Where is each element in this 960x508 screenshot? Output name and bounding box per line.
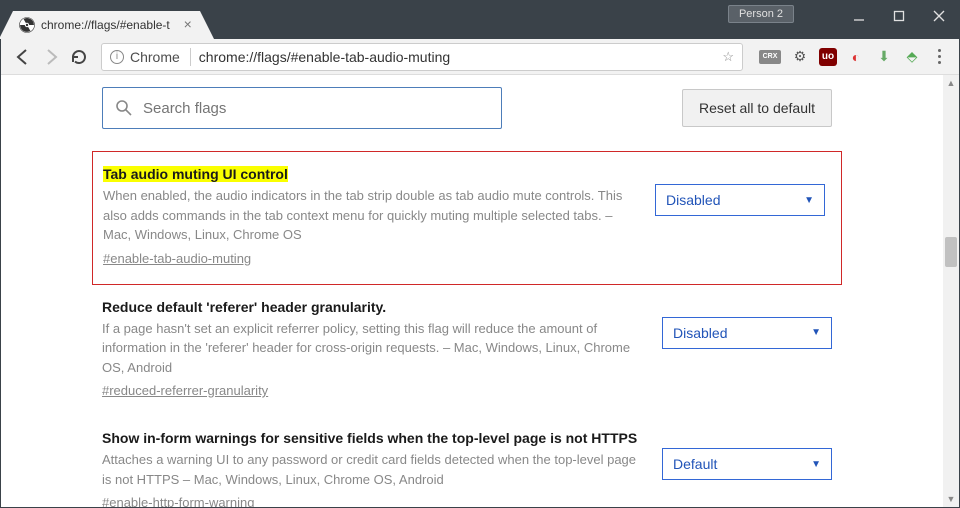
maximize-button[interactable] [879,1,919,31]
ublock-extension-icon[interactable]: uo [819,48,837,66]
flag-description: If a page hasn't set an explicit referre… [102,319,642,378]
bookmark-star-icon[interactable]: ☆ [722,49,734,65]
chevron-down-icon: ▼ [811,327,821,338]
flags-page: Reset all to default Tab audio muting UI… [1,75,943,507]
window-titlebar: chrome://flags/#enable-t × Person 2 [1,1,959,39]
radiation-icon [19,17,35,33]
flag-state-value: Disabled [666,192,720,208]
window-controls [839,1,959,33]
tab-title: chrome://flags/#enable-t [41,18,170,32]
flag-title: Show in-form warnings for sensitive fiel… [102,430,637,446]
reset-all-button[interactable]: Reset all to default [682,89,832,127]
chrome-menu-button[interactable] [927,49,951,64]
flag-state-select[interactable]: Default ▼ [662,448,832,480]
site-info-icon[interactable]: i [110,50,124,64]
flag-state-value: Default [673,456,717,472]
extension-icons: CRX ⚙ uo ◐ ⬇ ⬘ [759,48,921,66]
flag-state-select[interactable]: Disabled ▼ [662,317,832,349]
minimize-button[interactable] [839,1,879,31]
close-button[interactable] [919,1,959,31]
scroll-up-button[interactable]: ▲ [943,75,959,91]
omnibox-divider [190,48,191,66]
scroll-down-button[interactable]: ▼ [943,491,959,507]
flag-state-select[interactable]: Disabled ▼ [655,184,825,216]
flag-title: Reduce default 'referer' header granular… [102,299,386,315]
tag-extension-icon[interactable]: ⬘ [903,48,921,66]
reload-button[interactable] [65,43,93,71]
scroll-thumb[interactable] [945,237,957,267]
crx-extension-icon[interactable]: CRX [759,50,781,64]
flag-item: Reduce default 'referer' header granular… [102,285,832,417]
search-icon [115,99,133,117]
flag-item: Tab audio muting UI control When enabled… [92,151,842,285]
download-extension-icon[interactable]: ⬇ [875,48,893,66]
flag-item: Show in-form warnings for sensitive fiel… [102,416,832,507]
browser-toolbar: i Chrome chrome://flags/#enable-tab-audi… [1,39,959,75]
page-content: Reset all to default Tab audio muting UI… [1,75,959,507]
flag-state-value: Disabled [673,325,727,341]
flag-anchor-link[interactable]: #enable-tab-audio-muting [103,251,251,266]
chevron-down-icon: ▼ [804,195,814,206]
red-extension-icon[interactable]: ◐ [847,48,865,66]
browser-tab[interactable]: chrome://flags/#enable-t × [13,11,200,39]
flag-title: Tab audio muting UI control [103,166,288,182]
tab-close-icon[interactable]: × [184,17,192,31]
address-bar[interactable]: i Chrome chrome://flags/#enable-tab-audi… [101,43,743,71]
back-button[interactable] [9,43,37,71]
flag-anchor-link[interactable]: #enable-http-form-warning [102,495,254,507]
flag-description: When enabled, the audio indicators in th… [103,186,635,245]
search-flags-box[interactable] [102,87,502,129]
flag-description: Attaches a warning UI to any password or… [102,450,642,489]
url-scheme-label: Chrome [130,49,180,65]
vertical-scrollbar[interactable]: ▲ ▼ [943,75,959,507]
gear-extension-icon[interactable]: ⚙ [791,48,809,66]
forward-button[interactable] [37,43,65,71]
profile-badge[interactable]: Person 2 [728,5,794,23]
search-input[interactable] [143,100,489,117]
chevron-down-icon: ▼ [811,459,821,470]
url-text: chrome://flags/#enable-tab-audio-muting [199,49,723,65]
flag-anchor-link[interactable]: #reduced-referrer-granularity [102,383,268,398]
